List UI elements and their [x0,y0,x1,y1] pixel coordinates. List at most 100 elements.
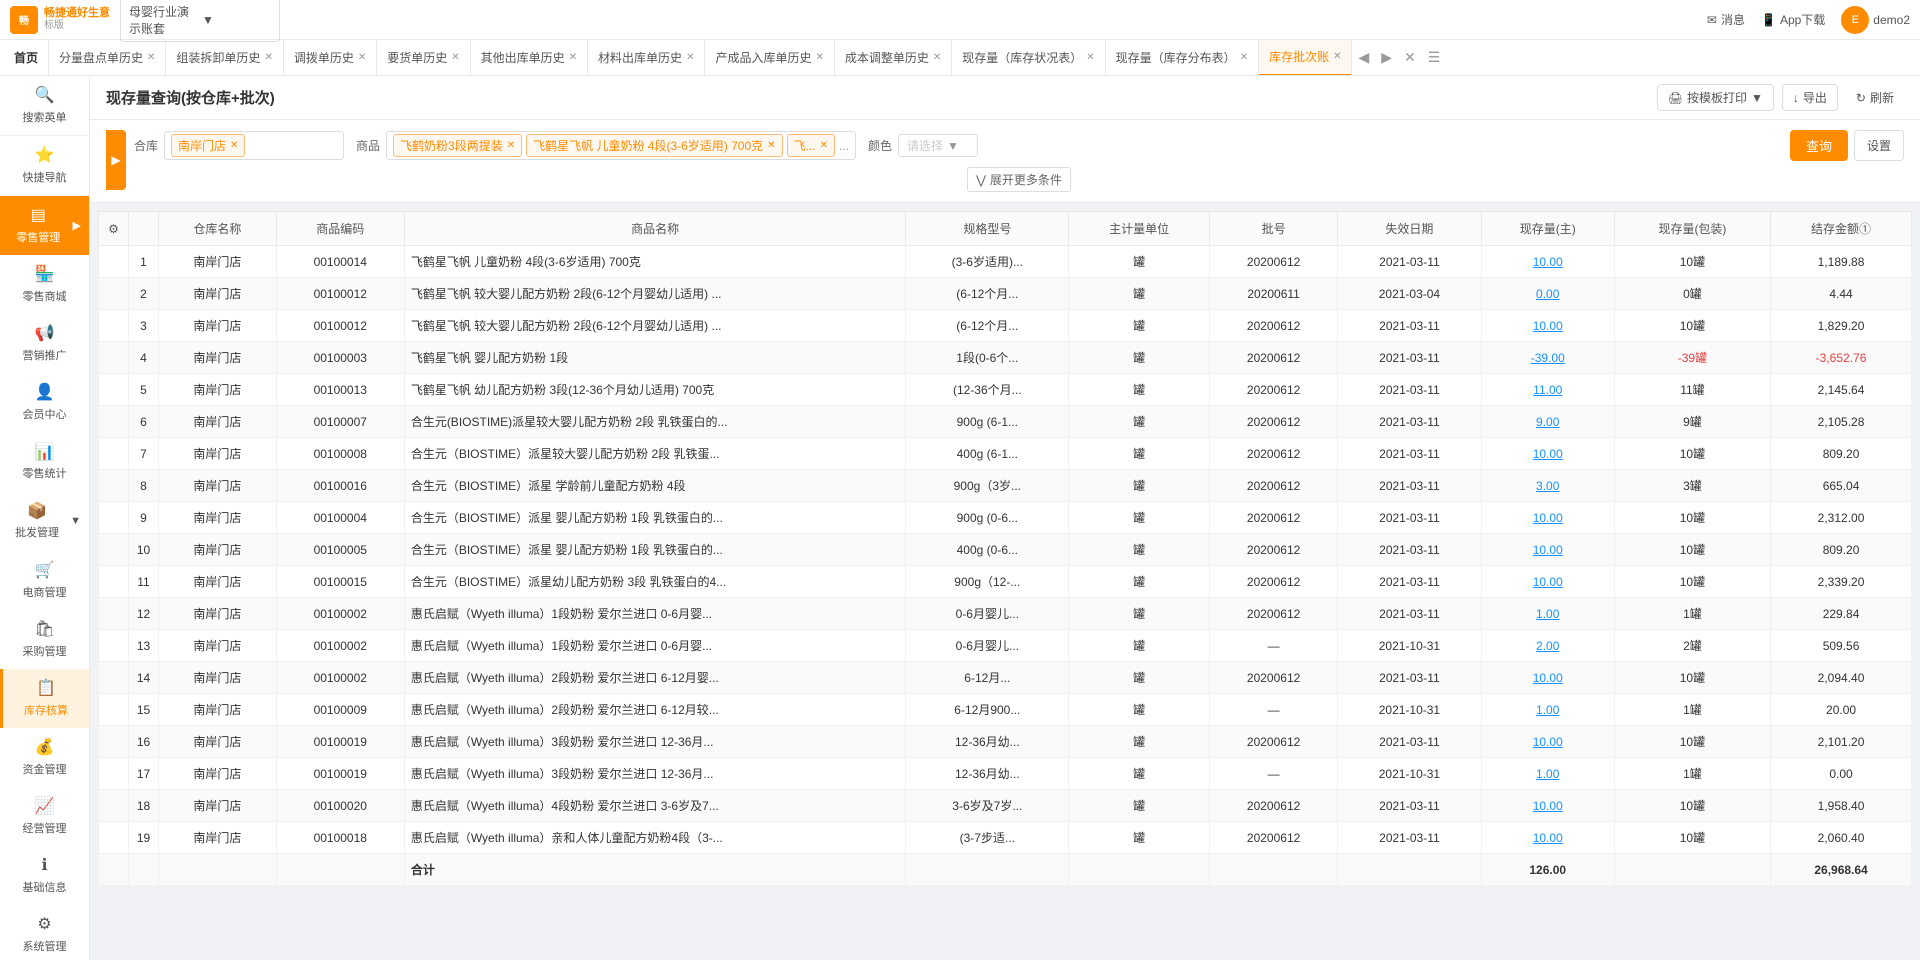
app-download-btn[interactable]: 📱 App下载 [1761,11,1825,28]
sidebar-item-inventory[interactable]: 📋 库存核算 [0,669,89,728]
tab-close-all-btn[interactable]: ✕ [1398,40,1422,76]
sidebar-item-retail-stats[interactable]: 📊 零售统计 [0,433,89,492]
cell-settings [99,726,129,758]
goods-tag-1[interactable]: 飞鹤奶粉3段两提装 ✕ [393,134,522,157]
warehouse-tag-1[interactable]: 南岸门店 ✕ [171,134,245,157]
tab-close-icon[interactable]: ✕ [358,52,366,63]
cell-stock-main[interactable]: 10.00 [1481,822,1614,854]
tab-xian-cun-fen[interactable]: 现存量（库存分布表） ✕ [1106,40,1259,76]
cell-goods-name: 惠氏启赋（Wyeth illuma）1段奶粉 爱尔兰进口 0-6月婴... [404,598,906,630]
account-dropdown[interactable]: 母婴行业演示账套 ▼ [120,0,280,42]
query-btn[interactable]: 查询 [1790,130,1848,161]
sidebar-item-finance[interactable]: 💰 资金管理 [0,728,89,787]
tab-fen-pan[interactable]: 分量盘点单历史 ✕ [49,40,166,76]
cell-stock-main[interactable]: 10.00 [1481,662,1614,694]
cell-stock-main[interactable]: 1.00 [1481,694,1614,726]
tab-chan-pin[interactable]: 产成品入库单历史 ✕ [705,40,834,76]
tab-next-btn[interactable]: ▶ [1375,40,1398,76]
cell-stock-main[interactable]: 10.00 [1481,534,1614,566]
cell-stock-main[interactable]: -39.00 [1481,342,1614,374]
cell-stock-main[interactable]: 10.00 [1481,502,1614,534]
sidebar-item-marketing[interactable]: 📢 营销推广 [0,314,89,373]
cell-balance: 2,101.20 [1771,726,1912,758]
sidebar-quicknav[interactable]: ⭐ 快捷导航 [0,136,89,195]
goods-tag-2[interactable]: 飞鹤星飞帆 儿童奶粉 4段(3-6岁适用) 700克 ✕ [526,134,782,157]
cell-stock-main[interactable]: 2.00 [1481,630,1614,662]
cell-settings [99,566,129,598]
cell-settings [99,342,129,374]
cell-stock-main[interactable]: 10.00 [1481,246,1614,278]
tab-close-icon[interactable]: ✕ [147,52,155,63]
tab-close-icon[interactable]: ✕ [1086,52,1094,63]
sidebar-item-purchase[interactable]: 🛍 采购管理 [0,610,89,669]
cell-stock-main[interactable]: 0.00 [1481,278,1614,310]
goods-tag-3-remove[interactable]: ✕ [820,140,828,151]
goods-tag-2-remove[interactable]: ✕ [767,140,775,151]
sidebar-item-retail-mgmt[interactable]: ▤ 零售管理 ▶ [0,196,89,255]
goods-more[interactable]: ... [839,139,849,153]
warehouse-tag-remove[interactable]: ✕ [230,140,238,151]
color-select[interactable]: 请选择 ▼ [898,134,978,157]
tab-cheng-ben[interactable]: 成本调整单历史 ✕ [835,40,952,76]
cell-batch: 20200612 [1210,374,1338,406]
top-right-actions: ✉ 消息 📱 App下载 E demo2 [1707,6,1910,34]
tab-prev-btn[interactable]: ◀ [1352,40,1375,76]
cell-stock-main[interactable]: 10.00 [1481,438,1614,470]
tab-qi-ta-chu[interactable]: 其他出库单历史 ✕ [471,40,588,76]
goods-tag-container[interactable]: 飞鹤奶粉3段两提装 ✕ 飞鹤星飞帆 儿童奶粉 4段(3-6岁适用) 700克 ✕… [386,131,856,160]
warehouse-tag-container[interactable]: 南岸门店 ✕ [164,131,344,160]
tab-ku-cun-pi[interactable]: 库存批次账 ✕ [1259,40,1352,76]
refresh-btn[interactable]: ↻ 刷新 [1846,85,1904,110]
total-cell-no [129,854,159,886]
cell-stock-main[interactable]: 9.00 [1481,406,1614,438]
cell-stock-main[interactable]: 1.00 [1481,758,1614,790]
export-btn[interactable]: ↓ 导出 [1782,84,1838,111]
cell-stock-main[interactable]: 11.00 [1481,374,1614,406]
tab-xian-cun-ku[interactable]: 现存量（库存状况表） ✕ [952,40,1105,76]
tab-close-icon[interactable]: ✕ [815,52,823,63]
tab-cai-liao[interactable]: 材料出库单历史 ✕ [588,40,705,76]
tab-close-icon[interactable]: ✕ [1240,52,1248,63]
sidebar-search[interactable]: 🔍 搜索英单 [0,76,89,135]
tab-close-icon[interactable]: ✕ [264,52,272,63]
sidebar-item-wholesale[interactable]: 📦 批发管理 ▼ [0,492,89,551]
cell-spec: 900g（3岁... [906,470,1069,502]
sidebar-item-member[interactable]: 👤 会员中心 [0,373,89,432]
tab-menu-btn[interactable]: ☰ [1422,40,1447,76]
tab-yao-huo[interactable]: 要货单历史 ✕ [377,40,470,76]
goods-tag-3[interactable]: 飞... ✕ [787,134,835,157]
sidebar-expand-btn[interactable]: ▶ [106,130,126,190]
cell-stock-pkg: 9罐 [1614,406,1770,438]
sidebar-item-operation[interactable]: 📈 经营管理 [0,787,89,846]
cell-spec: (6-12个月... [906,310,1069,342]
goods-tag-1-remove[interactable]: ✕ [507,140,515,151]
cell-settings [99,758,129,790]
sidebar-item-retail-shop[interactable]: 🏪 零售商城 [0,255,89,314]
cell-stock-main[interactable]: 1.00 [1481,598,1614,630]
tab-diao-bo[interactable]: 调拨单历史 ✕ [284,40,377,76]
sidebar-item-ecommerce[interactable]: 🛒 电商管理 [0,551,89,610]
tab-zu-chai[interactable]: 组装拆卸单历史 ✕ [166,40,283,76]
tab-close-icon[interactable]: ✕ [1333,51,1341,62]
settings-btn[interactable]: 设置 [1854,130,1904,161]
cell-expiry: 2021-03-11 [1338,310,1482,342]
expand-conditions-btn[interactable]: ⋁ 展开更多条件 [967,167,1071,192]
cell-no: 10 [129,534,159,566]
sidebar-item-system[interactable]: ⚙ 系统管理 [0,905,89,960]
sidebar-item-basic[interactable]: ℹ 基础信息 [0,846,89,905]
cell-stock-main[interactable]: 10.00 [1481,790,1614,822]
cell-stock-main[interactable]: 3.00 [1481,470,1614,502]
cell-stock-main[interactable]: 10.00 [1481,310,1614,342]
user-avatar[interactable]: E demo2 [1841,6,1910,34]
cell-stock-main[interactable]: 10.00 [1481,566,1614,598]
tab-close-icon[interactable]: ✕ [569,52,577,63]
cell-goods-code: 00100008 [276,438,404,470]
col-settings[interactable]: ⚙ [99,212,129,246]
tab-close-icon[interactable]: ✕ [933,52,941,63]
cell-stock-main[interactable]: 10.00 [1481,726,1614,758]
tab-close-icon[interactable]: ✕ [451,52,459,63]
tab-home[interactable]: 首页 [4,40,49,76]
messages-btn[interactable]: ✉ 消息 [1707,11,1745,28]
tab-close-icon[interactable]: ✕ [686,52,694,63]
print-btn[interactable]: 🖨 按模板打印 ▼ [1657,84,1774,111]
